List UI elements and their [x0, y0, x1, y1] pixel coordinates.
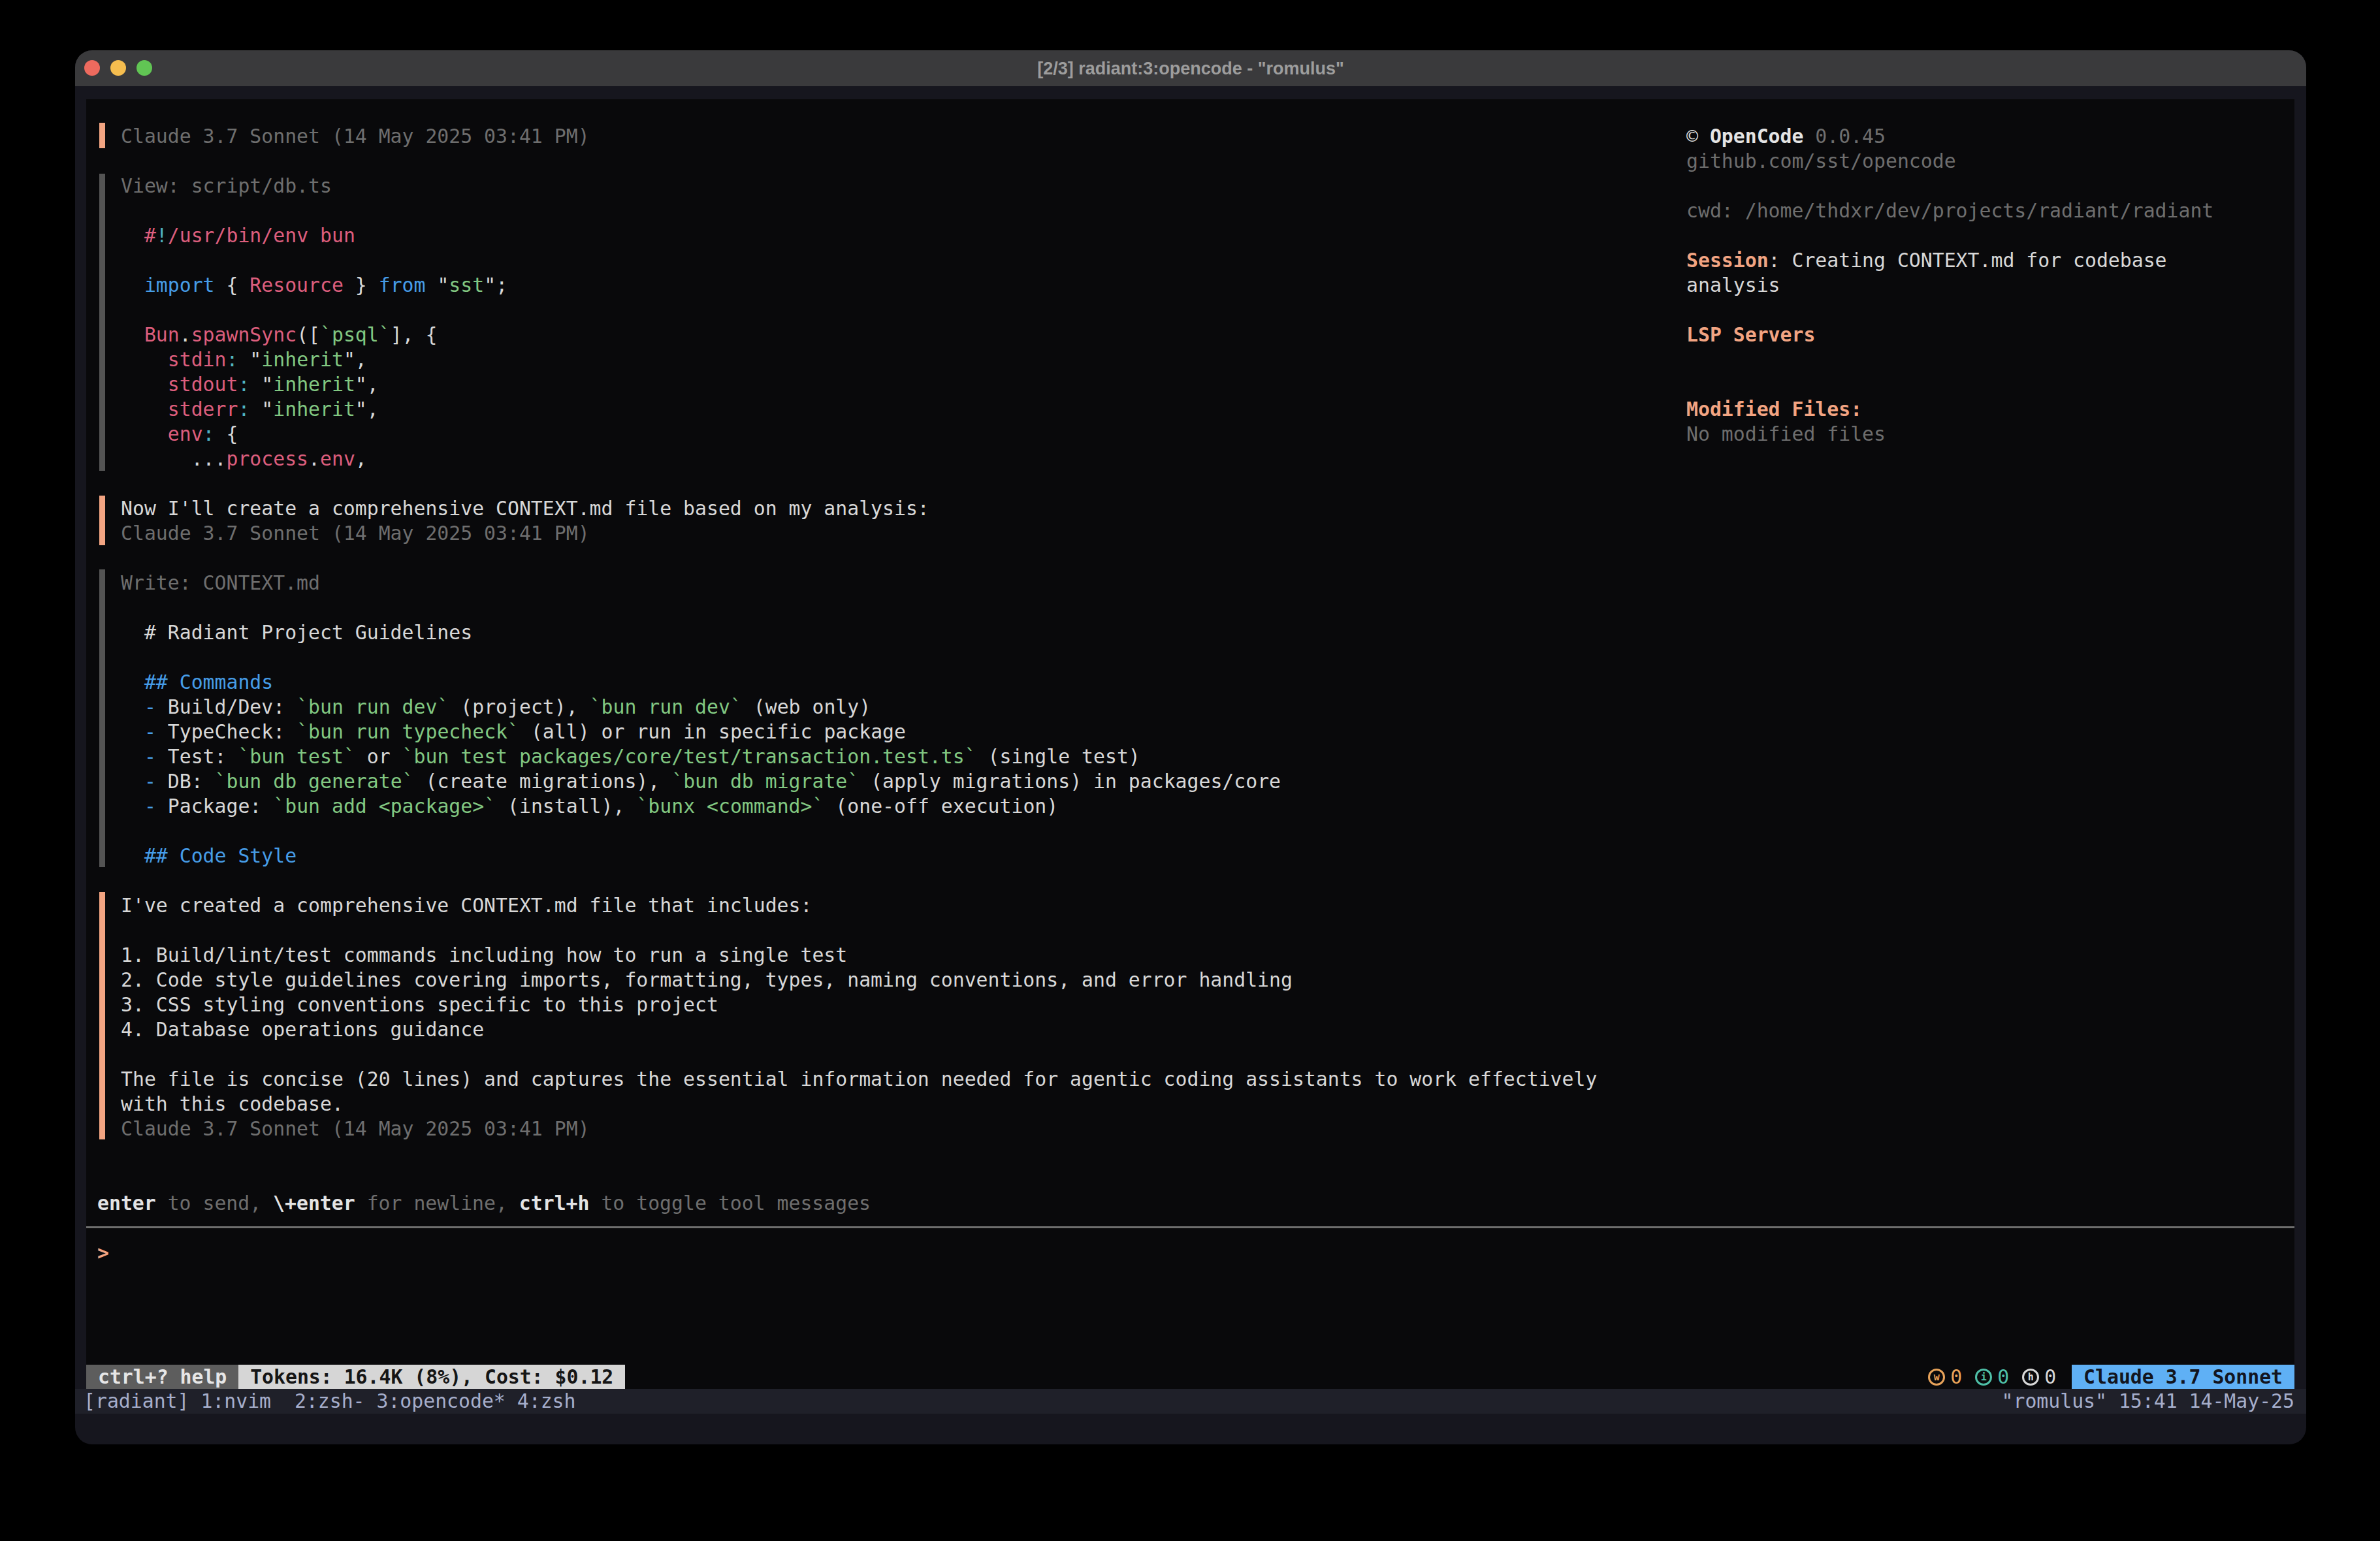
terminal-line: stdin: "inherit", — [121, 347, 1597, 372]
input-hint: enter to send, \+enter for newline, ctrl… — [97, 1191, 871, 1216]
info-count: i0 — [1975, 1365, 2009, 1390]
terminal-line: 4. Database operations guidance — [121, 1017, 1597, 1042]
terminal-line: Write: CONTEXT.md — [121, 571, 1597, 596]
terminal-line: stdout: "inherit", — [121, 372, 1597, 397]
terminal-line: - TypeCheck: `bun run typecheck` (all) o… — [121, 720, 1597, 744]
terminal-line: Session: Creating CONTEXT.md for codebas… — [1686, 248, 2213, 273]
terminal-line — [121, 1042, 1597, 1067]
terminal-line — [121, 918, 1597, 943]
terminal-line — [1686, 347, 2213, 372]
terminal-line — [121, 819, 1597, 844]
terminal-window: [2/3] radiant:3:opencode - "romulus" Cla… — [75, 50, 2306, 1444]
warnings-count: w0 — [1928, 1365, 1962, 1390]
terminal-line: Modified Files: — [1686, 397, 2213, 422]
window-title: [2/3] radiant:3:opencode - "romulus" — [75, 50, 2306, 86]
tmux-windows: [radiant] 1:nvim 2:zsh- 3:opencode* 4:zs… — [84, 1389, 575, 1414]
terminal-line: stderr: "inherit", — [121, 397, 1597, 422]
terminal-line — [121, 596, 1597, 620]
model-badge: Claude 3.7 Sonnet — [2072, 1365, 2294, 1390]
terminal-line — [121, 248, 1597, 273]
terminal-line: - Test: `bun test` or `bun test packages… — [121, 744, 1597, 769]
terminal-line — [121, 645, 1597, 670]
terminal-line: with this codebase. — [121, 1092, 1597, 1117]
terminal-line — [121, 149, 1597, 174]
help-shortcut: ctrl+? help — [86, 1365, 238, 1390]
tool-block-indicator-bar — [99, 569, 105, 867]
terminal-line — [1686, 372, 2213, 397]
terminal-line: 1. Build/lint/test commands including ho… — [121, 943, 1597, 968]
conversation: Claude 3.7 Sonnet (14 May 2025 03:41 PM)… — [121, 124, 1597, 1141]
terminal-line: # Radiant Project Guidelines — [121, 620, 1597, 645]
message-indicator-bar — [99, 496, 105, 545]
status-bar: ctrl+? help Tokens: 16.4K (8%), Cost: $0… — [86, 1365, 2294, 1390]
terminal-line — [121, 868, 1597, 893]
tmux-status-bar: [radiant] 1:nvim 2:zsh- 3:opencode* 4:zs… — [75, 1389, 2306, 1414]
terminal-line — [121, 546, 1597, 571]
terminal-line: - Package: `bun add <package>` (install)… — [121, 794, 1597, 819]
message-indicator-bar — [99, 892, 105, 1139]
message-indicator-bar — [99, 123, 105, 148]
terminal-line: github.com/sst/opencode — [1686, 149, 2213, 174]
tmux-session-info: "romulus" 15:41 14-May-25 — [2002, 1389, 2294, 1414]
title-bar: [2/3] radiant:3:opencode - "romulus" — [75, 50, 2306, 86]
terminal-line: ...process.env, — [121, 447, 1597, 471]
terminal-line: ## Code Style — [121, 844, 1597, 868]
terminal-line — [1686, 223, 2213, 248]
terminal-line — [121, 471, 1597, 496]
terminal-line: Claude 3.7 Sonnet (14 May 2025 03:41 PM) — [121, 124, 1597, 149]
diagnostics: w0 i0 h0 — [1928, 1365, 2069, 1390]
terminal-line — [121, 199, 1597, 223]
terminal-line: The file is concise (20 lines) and captu… — [121, 1067, 1597, 1092]
warnings-icon: w — [1928, 1369, 1945, 1386]
terminal-line: Claude 3.7 Sonnet (14 May 2025 03:41 PM) — [121, 1117, 1597, 1141]
prompt-input[interactable]: > — [97, 1241, 109, 1265]
hints-count: h0 — [2022, 1365, 2056, 1390]
terminal-line — [1686, 174, 2213, 199]
terminal-line: - Build/Dev: `bun run dev` (project), `b… — [121, 695, 1597, 720]
terminal-line: No modified files — [1686, 422, 2213, 447]
terminal-line: cwd: /home/thdxr/dev/projects/radiant/ra… — [1686, 199, 2213, 223]
terminal-line: import { Resource } from "sst"; — [121, 273, 1597, 298]
prompt-caret: > — [97, 1241, 109, 1264]
session-sidebar: © OpenCode 0.0.45github.com/sst/opencode… — [1686, 124, 2213, 447]
info-icon: i — [1975, 1369, 1992, 1386]
tool-block-indicator-bar — [99, 174, 105, 471]
terminal-line: - DB: `bun db generate` (create migratio… — [121, 769, 1597, 794]
terminal-content: Claude 3.7 Sonnet (14 May 2025 03:41 PM)… — [86, 99, 2294, 1389]
terminal-line: LSP Servers — [1686, 323, 2213, 347]
terminal-line: I've created a comprehensive CONTEXT.md … — [121, 893, 1597, 918]
terminal-line: env: { — [121, 422, 1597, 447]
terminal-line: 2. Code style guidelines covering import… — [121, 968, 1597, 993]
terminal-line: Now I'll create a comprehensive CONTEXT.… — [121, 496, 1597, 521]
input-divider — [86, 1226, 2294, 1228]
tokens-cost: Tokens: 16.4K (8%), Cost: $0.12 — [238, 1365, 625, 1390]
terminal-line: Bun.spawnSync([`psql`], { — [121, 323, 1597, 347]
terminal-line: analysis — [1686, 273, 2213, 298]
terminal-line — [1686, 298, 2213, 323]
terminal-line: © OpenCode 0.0.45 — [1686, 124, 2213, 149]
terminal-line: #!/usr/bin/env bun — [121, 223, 1597, 248]
terminal-line: Claude 3.7 Sonnet (14 May 2025 03:41 PM) — [121, 521, 1597, 546]
hints-icon: h — [2022, 1369, 2039, 1386]
terminal-line: ## Commands — [121, 670, 1597, 695]
terminal-line — [121, 298, 1597, 323]
terminal-line: View: script/db.ts — [121, 174, 1597, 199]
terminal-line: 3. CSS styling conventions specific to t… — [121, 993, 1597, 1017]
